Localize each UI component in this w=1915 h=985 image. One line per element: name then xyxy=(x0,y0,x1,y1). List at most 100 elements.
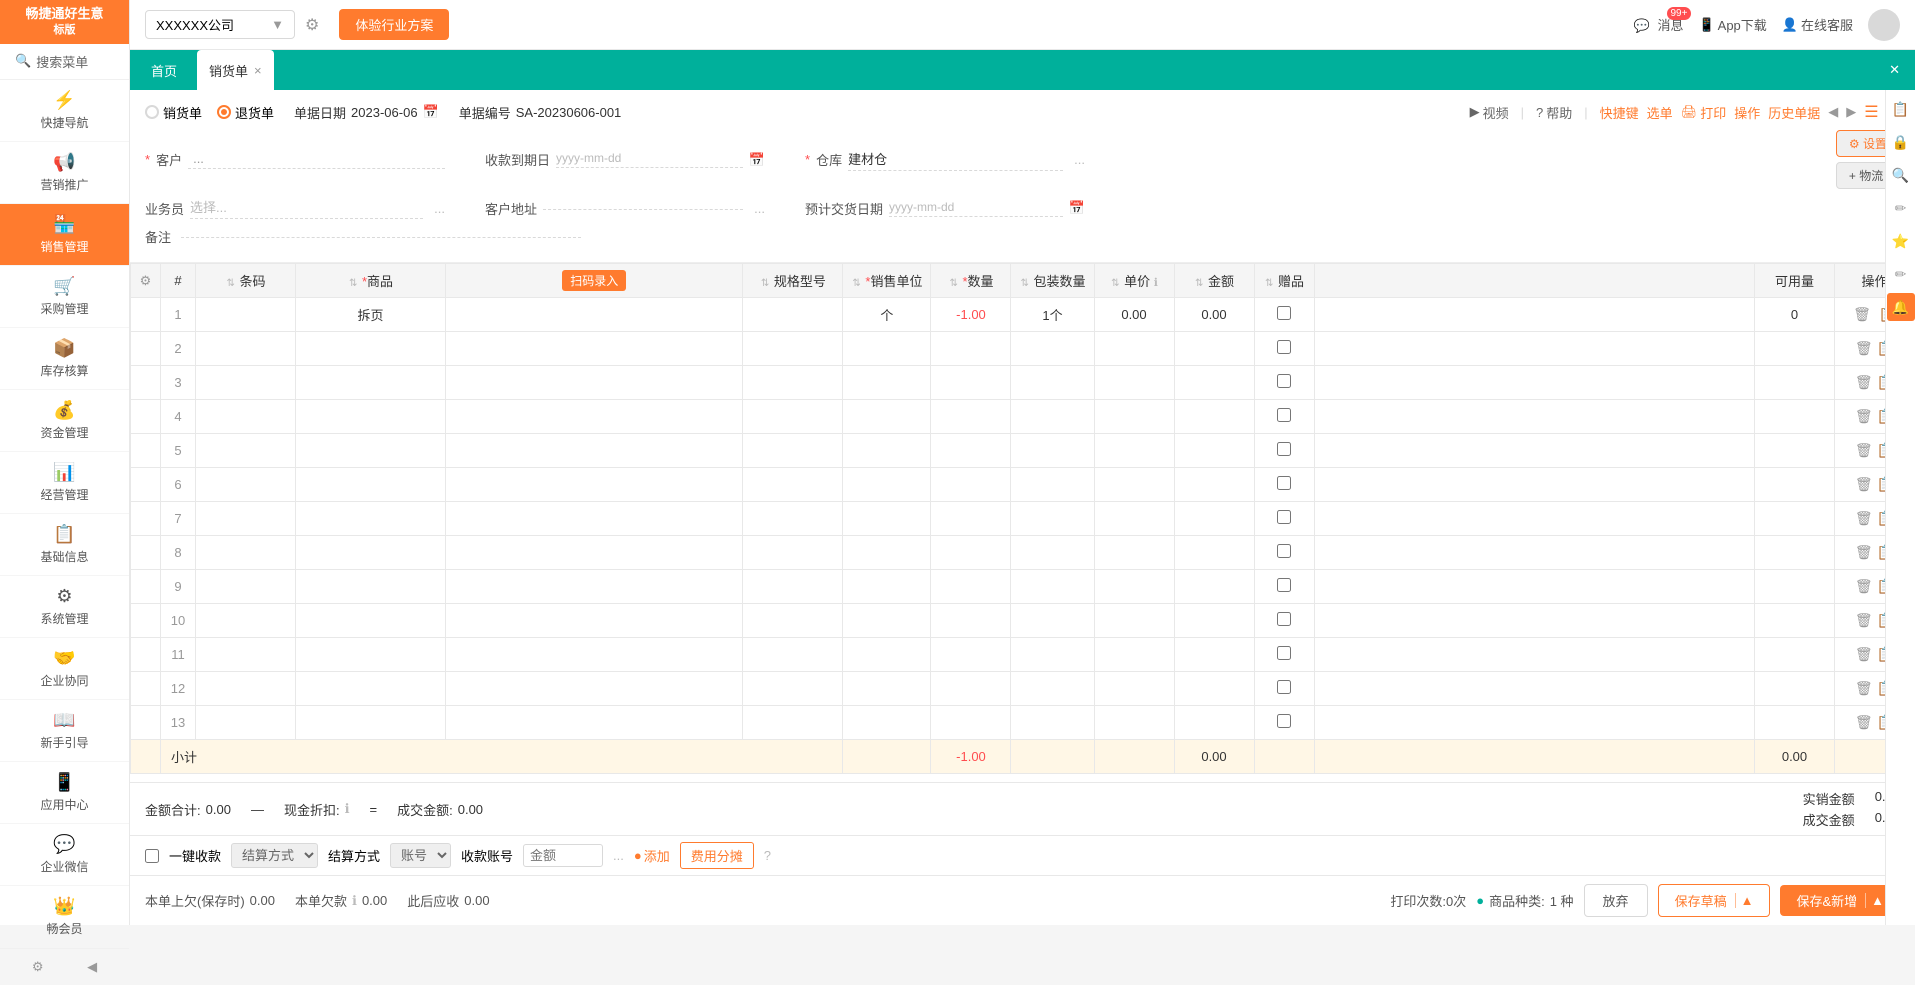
action-help[interactable]: ? 帮助 xyxy=(1536,103,1572,122)
calendar-icon[interactable]: 📅 xyxy=(423,104,439,120)
abandon-button[interactable]: 放弃 xyxy=(1584,884,1648,917)
payment-due-input[interactable]: yyyy-mm-dd xyxy=(556,151,743,168)
sidebar-item-enterprise[interactable]: 🤝 企业协同 xyxy=(0,638,129,700)
sidebar-item-guide[interactable]: 📖 新手引导 xyxy=(0,700,129,762)
sidebar-item-finance[interactable]: 💰 资金管理 xyxy=(0,390,129,452)
table-row: 7🗑📋 xyxy=(131,502,1915,536)
trial-button[interactable]: 体验行业方案 xyxy=(339,9,449,40)
action-shortcut[interactable]: 快捷键 xyxy=(1600,103,1639,122)
number-value[interactable]: SA-20230606-001 xyxy=(516,105,622,120)
sidebar-item-member[interactable]: 👑 畅会员 xyxy=(0,886,129,948)
settings-icon[interactable]: ⚙ xyxy=(305,15,319,35)
message-container[interactable]: 💬 99+ 消息 xyxy=(1634,15,1684,34)
product-type-icon[interactable]: ● xyxy=(1476,893,1484,908)
float-note-icon[interactable]: 📋 xyxy=(1887,95,1915,123)
row-spec-1[interactable] xyxy=(743,298,843,332)
col-scan-header[interactable]: 扫码录入 xyxy=(446,264,743,298)
float-star-icon[interactable]: ⭐ xyxy=(1887,227,1915,255)
add-payment-button[interactable]: ● 添加 xyxy=(634,846,670,865)
customer-input[interactable]: ... xyxy=(188,151,445,169)
delivery-date-input[interactable]: yyyy-mm-dd xyxy=(889,200,1063,217)
save-draft-button[interactable]: 保存草稿 ▲ xyxy=(1658,884,1771,917)
action-video[interactable]: ▶ 视频 xyxy=(1470,103,1509,122)
action-operate[interactable]: 操作 xyxy=(1734,103,1760,122)
row-pkgqty-1[interactable]: 1个 xyxy=(1011,298,1094,332)
sidebar-item-quick-nav[interactable]: ⚡ 快捷导航 xyxy=(0,80,129,142)
delivery-calendar-icon[interactable]: 📅 xyxy=(1069,200,1085,216)
delete-icon[interactable]: 🗑 xyxy=(1855,544,1873,560)
row-amount-1[interactable]: 0.00 xyxy=(1174,298,1254,332)
action-print[interactable]: 🖨 打印 xyxy=(1681,103,1727,122)
action-history[interactable]: 历史单据 xyxy=(1768,103,1820,122)
float-bell-icon[interactable]: 🔔 xyxy=(1887,293,1915,321)
one-click-checkbox[interactable] xyxy=(145,849,159,863)
expense-split-button[interactable]: 费用分摊 xyxy=(680,842,754,869)
date-picker-icon[interactable]: 📅 xyxy=(749,152,765,168)
list-view-icon[interactable]: ☰ xyxy=(1864,102,1878,122)
sidebar-settings-icon[interactable]: ⚙ xyxy=(32,959,44,975)
sidebar-item-sales[interactable]: 🏪 销售管理 xyxy=(0,204,129,266)
payment-method-select[interactable]: 结算方式 xyxy=(231,843,318,868)
sidebar-item-operation[interactable]: 📊 经营管理 xyxy=(0,452,129,514)
delete-icon-1[interactable]: 🗑 xyxy=(1853,306,1871,322)
delete-icon[interactable]: 🗑 xyxy=(1855,578,1873,594)
radio-sales-order[interactable]: 销货单 xyxy=(145,103,202,122)
delete-icon[interactable]: 🗑 xyxy=(1855,646,1873,662)
float-lock-icon[interactable]: 🔒 xyxy=(1887,128,1915,156)
table-row: 9🗑📋 xyxy=(131,570,1915,604)
float-search-icon[interactable]: 🔍 xyxy=(1887,161,1915,189)
date-value[interactable]: 2023-06-06 xyxy=(351,105,418,120)
scan-button[interactable]: 扫码录入 xyxy=(562,270,626,291)
tab-bar-close[interactable]: ✕ xyxy=(1889,62,1910,78)
float-edit-icon[interactable]: ✏ xyxy=(1887,194,1915,222)
tab-home[interactable]: 首页 xyxy=(135,50,193,90)
user-avatar[interactable] xyxy=(1868,9,1900,41)
expense-help-icon[interactable]: ? xyxy=(764,848,771,863)
sidebar-item-inventory[interactable]: 📦 库存核算 xyxy=(0,328,129,390)
sidebar-search[interactable]: 🔍 搜索菜单 xyxy=(0,44,129,80)
row-barcode-1[interactable] xyxy=(196,298,296,332)
sidebar-item-marketing[interactable]: 📢 营销推广 xyxy=(0,142,129,204)
company-selector[interactable]: XXXXXX公司 ▼ xyxy=(145,10,295,39)
salesperson-input[interactable]: 选择... xyxy=(190,197,423,219)
delete-icon[interactable]: 🗑 xyxy=(1855,680,1873,696)
remark-input[interactable] xyxy=(181,235,581,238)
delete-icon[interactable]: 🗑 xyxy=(1855,612,1873,628)
overdue-info[interactable]: ℹ xyxy=(352,893,357,909)
next-icon[interactable]: ▶ xyxy=(1846,104,1856,120)
delete-icon[interactable]: 🗑 xyxy=(1855,408,1873,424)
delete-icon[interactable]: 🗑 xyxy=(1855,340,1873,356)
amount-input[interactable] xyxy=(523,844,603,867)
sidebar-item-wechat[interactable]: 💬 企业微信 xyxy=(0,824,129,886)
online-service[interactable]: 👤 在线客服 xyxy=(1782,15,1853,34)
delete-icon[interactable]: 🗑 xyxy=(1855,714,1873,730)
prev-icon[interactable]: ◀ xyxy=(1828,104,1838,120)
row-unit-1[interactable]: 个 xyxy=(843,298,931,332)
sidebar-collapse-icon[interactable]: ◀ xyxy=(87,959,97,975)
col-settings-header[interactable]: ⚙ xyxy=(131,264,161,298)
app-download[interactable]: 📱 App下载 xyxy=(1698,15,1766,34)
delete-icon[interactable]: 🗑 xyxy=(1855,442,1873,458)
tab-close-icon[interactable]: × xyxy=(254,63,262,78)
sidebar-item-appstore[interactable]: 📱 应用中心 xyxy=(0,762,129,824)
customer-address-input[interactable] xyxy=(543,207,743,210)
account-select[interactable]: 账号 xyxy=(390,843,451,868)
cash-discount-info[interactable]: ℹ xyxy=(345,801,350,817)
delete-icon[interactable]: 🗑 xyxy=(1855,510,1873,526)
delete-icon[interactable]: 🗑 xyxy=(1855,476,1873,492)
float-pencil-icon[interactable]: ✏ xyxy=(1887,260,1915,288)
row-gift-1[interactable] xyxy=(1254,298,1314,332)
row-qty-1[interactable]: -1.00 xyxy=(931,298,1011,332)
sidebar-item-system[interactable]: ⚙ 系统管理 xyxy=(0,576,129,638)
sidebar-item-purchase[interactable]: 🛒 采购管理 xyxy=(0,266,129,328)
right-float-panel: 📋 🔒 🔍 ✏ ⭐ ✏ 🔔 xyxy=(1885,90,1915,925)
save-new-button[interactable]: 保存&新增 ▲ xyxy=(1780,885,1900,916)
row-product-1[interactable]: 拆页 xyxy=(296,298,446,332)
action-select[interactable]: 选单 xyxy=(1647,103,1673,122)
row-price-1[interactable]: 0.00 xyxy=(1094,298,1174,332)
sidebar-item-basic[interactable]: 📋 基础信息 xyxy=(0,514,129,576)
delete-icon[interactable]: 🗑 xyxy=(1855,374,1873,390)
radio-return-order[interactable]: 退货单 xyxy=(217,103,274,122)
warehouse-input[interactable]: 建材仓 xyxy=(848,149,1063,171)
tab-sales-order[interactable]: 销货单 × xyxy=(197,50,274,90)
